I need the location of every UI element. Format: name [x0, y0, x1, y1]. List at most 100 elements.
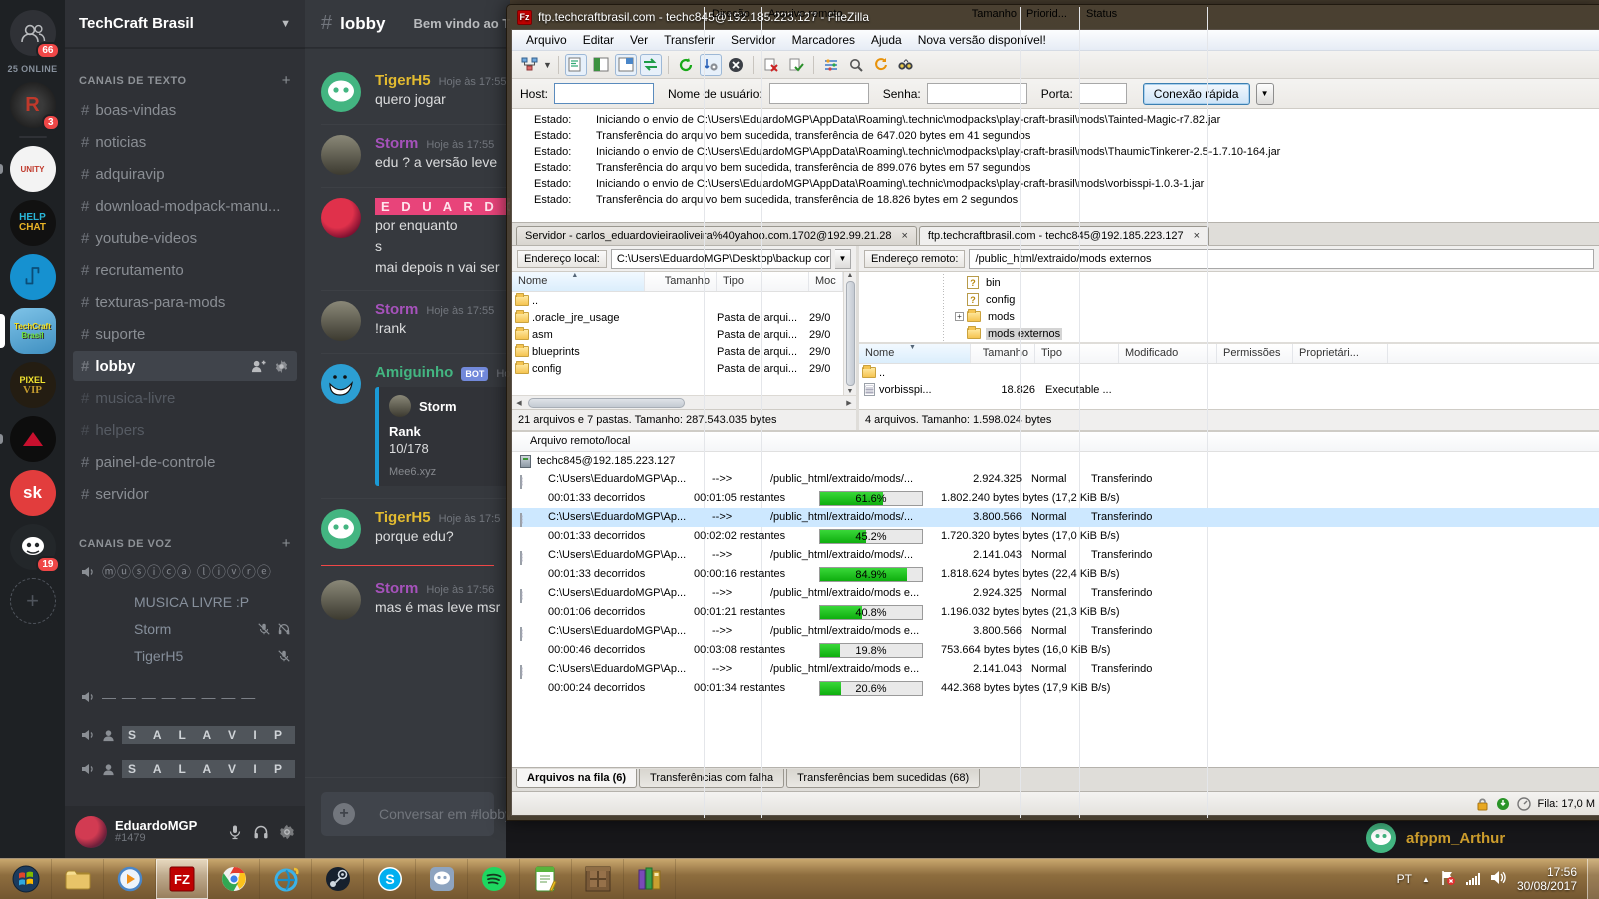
volume-icon[interactable]: [1490, 870, 1507, 888]
taskbar-internet-explorer[interactable]: [260, 859, 312, 899]
column-header[interactable]: ▼ Nome: [859, 344, 971, 363]
taskbar-skype[interactable]: S: [364, 859, 416, 899]
queue-item[interactable]: C:\Users\EduardoMGP\Ap... -->> /public_h…: [512, 508, 1599, 546]
column-header[interactable]: Proprietári...: [1293, 344, 1388, 363]
taskbar-media-player[interactable]: [104, 859, 156, 899]
taskbar-minecraft[interactable]: [572, 859, 624, 899]
column-header[interactable]: Direção: [712, 5, 750, 23]
avatar[interactable]: [321, 580, 361, 620]
server-icon-discord[interactable]: 19: [9, 524, 60, 573]
server-icon-record[interactable]: R 3: [9, 82, 60, 131]
channel-item[interactable]: # musica-livre: [73, 383, 297, 413]
queue-item[interactable]: C:\Users\EduardoMGP\Ap... -->> /public_h…: [512, 584, 1599, 622]
friends-icon[interactable]: 66: [9, 10, 60, 59]
menu-item[interactable]: Nova versão disponível!: [910, 31, 1054, 49]
queue-item[interactable]: C:\Users\EduardoMGP\Ap... -->> /public_h…: [512, 470, 1599, 508]
message-author[interactable]: TigerH5: [375, 72, 431, 89]
taskbar-chrome[interactable]: [208, 859, 260, 899]
queue-tab-files[interactable]: Arquivos na fila (6): [516, 769, 638, 788]
server-icon-pixelvip[interactable]: PIXEL VIP: [9, 362, 56, 408]
column-header[interactable]: Tamanho: [645, 272, 717, 291]
toggle-log-icon[interactable]: [564, 53, 587, 76]
toggle-local-tree-icon[interactable]: [590, 54, 612, 76]
taskbar-spotify[interactable]: [468, 859, 520, 899]
tree-item-selected[interactable]: mods externos: [859, 325, 1599, 342]
message-author[interactable]: TigerH5: [375, 509, 431, 526]
server-icon-f[interactable]: ⑀: [9, 254, 56, 300]
avatar[interactable]: [321, 364, 361, 404]
menu-item[interactable]: Ver: [622, 31, 656, 49]
local-vertical-scrollbar[interactable]: ▲ ▼: [843, 272, 856, 395]
menu-item[interactable]: Transferir: [656, 31, 723, 49]
invite-user-icon[interactable]: [251, 359, 266, 374]
user-avatar[interactable]: [75, 816, 107, 848]
queue-tab-successful[interactable]: Transferências bem sucedidas (68): [786, 769, 981, 788]
server-icon-triangle[interactable]: [0, 416, 56, 462]
column-header[interactable]: Tipo: [717, 272, 809, 291]
network-signal-icon[interactable]: [1465, 873, 1480, 885]
column-header[interactable]: Modificado: [1119, 344, 1217, 363]
show-desktop-button[interactable]: [1587, 859, 1599, 899]
lock-icon[interactable]: [1475, 796, 1490, 811]
avatar[interactable]: [321, 135, 361, 175]
menu-item[interactable]: Arquivo: [518, 31, 575, 49]
column-header[interactable]: Arquivo remoto: [768, 5, 843, 23]
menu-item[interactable]: Servidor: [723, 31, 784, 49]
guild-header[interactable]: TechCraft Brasil ▼: [65, 0, 305, 48]
avatar[interactable]: [321, 198, 361, 238]
close-tab-icon[interactable]: ×: [1194, 230, 1200, 242]
connection-tab-active[interactable]: ftp.techcraftbrasil.com - techc845@192.1…: [918, 226, 1210, 245]
taskbar-discord[interactable]: [416, 859, 468, 899]
message-input[interactable]: + Conversar em #lobby: [321, 792, 512, 836]
username-input[interactable]: [768, 83, 869, 104]
taskbar-clock[interactable]: 17:56 30/08/2017: [1517, 865, 1577, 893]
taskbar-explorer[interactable]: [52, 859, 104, 899]
close-tab-icon[interactable]: ×: [901, 230, 907, 242]
add-voice-channel-icon[interactable]: +: [282, 535, 291, 552]
filter-icon[interactable]: [820, 54, 842, 76]
action-center-flag-icon[interactable]: [1440, 870, 1456, 889]
speed-limit-icon[interactable]: [1517, 796, 1532, 811]
toggle-remote-tree-icon[interactable]: [614, 53, 637, 76]
file-row[interactable]: config Pasta de arqui... 29/0: [512, 360, 843, 377]
server-icon-unity[interactable]: UNITY: [0, 146, 56, 192]
taskbar-notepad[interactable]: [520, 859, 572, 899]
channel-item[interactable]: # lobby: [73, 351, 297, 381]
refresh-icon[interactable]: [675, 54, 697, 76]
channel-item[interactable]: # download-modpack-manu...: [73, 191, 297, 221]
tree-item[interactable]: ? bin: [859, 274, 1599, 291]
queue-item[interactable]: C:\Users\EduardoMGP\Ap... -->> /public_h…: [512, 660, 1599, 698]
mic-icon[interactable]: [227, 824, 243, 840]
queue-item[interactable]: C:\Users\EduardoMGP\Ap... -->> /public_h…: [512, 546, 1599, 584]
menu-item[interactable]: Editar: [575, 31, 622, 49]
reconnect-icon[interactable]: [785, 54, 807, 76]
channel-item[interactable]: # texturas-para-mods: [73, 287, 297, 317]
voice-member[interactable]: MUSICA LIVRE :P: [65, 588, 305, 615]
local-horizontal-scrollbar[interactable]: ◀ ▶: [512, 395, 856, 409]
taskbar-filezilla[interactable]: FZ: [156, 859, 208, 899]
port-input[interactable]: [1078, 83, 1127, 104]
file-row[interactable]: asm Pasta de arqui... 29/0: [512, 326, 843, 343]
column-header[interactable]: Permissões: [1217, 344, 1293, 363]
server-icon-techcraft[interactable]: TechCraft Brasil: [0, 308, 56, 354]
local-address-input[interactable]: C:\Users\EduardoMGP\Desktop\backup cor: [610, 248, 831, 269]
password-input[interactable]: [926, 83, 1027, 104]
file-row[interactable]: ..: [512, 292, 843, 309]
headphones-icon[interactable]: [253, 824, 269, 840]
column-header[interactable]: Tipo: [1035, 344, 1119, 363]
channel-settings-icon[interactable]: [274, 359, 289, 374]
voice-channel-dashes[interactable]: — — — — — — — —: [73, 683, 297, 711]
channel-item[interactable]: # suporte: [73, 319, 297, 349]
menu-item[interactable]: Ajuda: [863, 31, 910, 49]
tree-expander[interactable]: +: [955, 312, 964, 321]
add-server-button[interactable]: +: [9, 578, 56, 624]
queue-tab-failed[interactable]: Transferências com falha: [639, 769, 785, 788]
column-header[interactable]: Arquivo remoto/local: [530, 432, 630, 451]
start-button[interactable]: [0, 859, 52, 899]
synchronized-browsing-icon[interactable]: [870, 54, 892, 76]
language-indicator[interactable]: PT: [1397, 872, 1412, 886]
settings-gear-icon[interactable]: [279, 824, 295, 840]
taskbar-steam[interactable]: [312, 859, 364, 899]
site-manager-dropdown[interactable]: ▼: [543, 60, 552, 70]
column-header[interactable]: Tamanho: [971, 344, 1035, 363]
